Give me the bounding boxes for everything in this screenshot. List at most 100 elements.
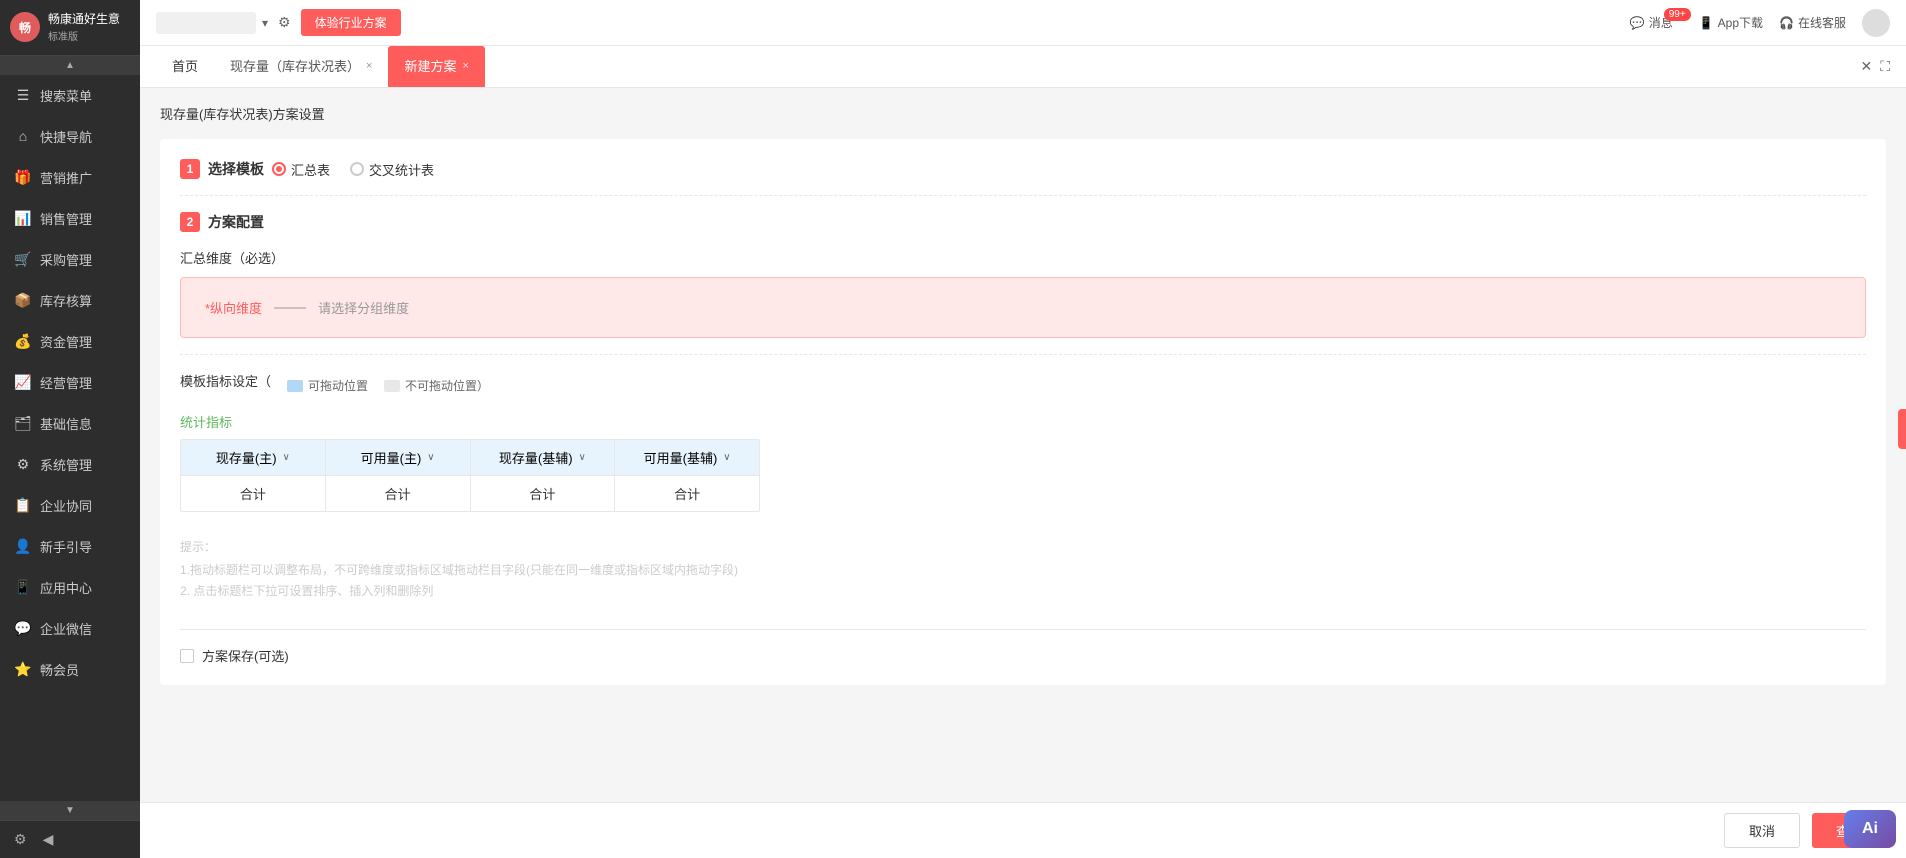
step2-header: 2 方案配置 [180, 212, 1866, 232]
stats-table-body: 合计 合计 合计 合计 [181, 475, 759, 511]
topbar: ▾ ⚙ 体验行业方案 💬 消息 99+ 📱 App下载 🎧 在线客服 [140, 0, 1906, 46]
contract-icon: 📋 [14, 496, 32, 514]
radio-summary-label: 汇总表 [291, 160, 330, 179]
sidebar-item-wechat[interactable]: 💬 企业微信 [0, 608, 140, 649]
sidebar-item-search-menu[interactable]: ☰ 搜索菜单 [0, 75, 140, 116]
message-icon: 💬 [1630, 16, 1645, 30]
sidebar-item-purchase[interactable]: 🛒 采购管理 [0, 239, 140, 280]
sales-icon: 📊 [14, 209, 32, 227]
step2-badge: 2 [180, 212, 200, 232]
sidebar-scroll-down[interactable]: ▼ [0, 801, 140, 820]
divider-2 [180, 354, 1866, 355]
fixed-box [384, 380, 400, 392]
tab-window-close[interactable]: ✕ [1860, 58, 1872, 75]
cell-0: 合计 [181, 476, 326, 511]
save-row: 方案保存(可选) [180, 629, 1866, 665]
topbar-search-input[interactable] [156, 12, 256, 34]
legend-fixed: 不可拖动位置） [384, 377, 489, 394]
dim-arrow: —— [274, 299, 306, 317]
sidebar-item-member[interactable]: ⭐ 畅会员 [0, 649, 140, 690]
col-label-2: 现存量(基辅) [499, 448, 573, 467]
message-badge: 99+ [1664, 8, 1691, 21]
col-dropdown-3[interactable]: ∨ [723, 452, 730, 463]
sidebar-item-contract[interactable]: 📋 企业协同 [0, 485, 140, 526]
col-label-1: 可用量(主) [361, 448, 422, 467]
sidebar-item-label: 畅会员 [40, 660, 79, 679]
tip-item-0: 1.拖动标题栏可以调整布局，不可跨维度或指标区域拖动栏目字段(只能在同一维度或指… [180, 561, 1866, 578]
topbar-message[interactable]: 💬 消息 99+ [1630, 14, 1683, 31]
tip-item-1: 2. 点击标题栏下拉可设置排序、插入列和删除列 [180, 582, 1866, 599]
ai-button[interactable]: Ai [1844, 810, 1896, 848]
tab-home[interactable]: 首页 [156, 46, 214, 87]
movable-box [287, 380, 303, 392]
wechat-icon: 💬 [14, 619, 32, 637]
sidebar-item-system[interactable]: ⚙ 系统管理 [0, 444, 140, 485]
dimension-select-area[interactable]: *纵向维度 —— 请选择分组维度 [180, 277, 1866, 338]
tab-new-plan-label: 新建方案 [404, 56, 456, 75]
step1-title: 选择模板 [208, 159, 264, 179]
cell-3: 合计 [615, 476, 759, 511]
col-header-2[interactable]: 现存量(基辅) ∨ [471, 440, 616, 475]
col-header-1[interactable]: 可用量(主) ∨ [326, 440, 471, 475]
tab-inventory-status[interactable]: 现存量（库存状况表） × [214, 46, 388, 87]
radio-cross[interactable]: 交叉统计表 [350, 160, 434, 179]
topbar-online-service[interactable]: 🎧 在线客服 [1779, 14, 1846, 31]
sidebar-item-sales[interactable]: 📊 销售管理 [0, 198, 140, 239]
user-avatar[interactable] [1862, 9, 1890, 37]
cancel-button[interactable]: 取消 [1724, 813, 1800, 848]
sidebar-item-app-center[interactable]: 📱 应用中心 [0, 567, 140, 608]
collapse-icon[interactable]: ◀ [43, 831, 54, 848]
sidebar-scroll-up[interactable]: ▲ [0, 56, 140, 75]
sidebar-nav: ☰ 搜索菜单 ⌂ 快捷导航 🎁 营销推广 📊 销售管理 🛒 采购管理 📦 库存核… [0, 75, 140, 801]
sidebar-item-business[interactable]: 📈 经营管理 [0, 362, 140, 403]
col-dropdown-0[interactable]: ∨ [283, 452, 290, 463]
sidebar-item-label: 销售管理 [40, 209, 92, 228]
col-dropdown-1[interactable]: ∨ [427, 452, 434, 463]
sidebar-logo: 畅 畅康通好生意 标准版 [0, 0, 140, 56]
sidebar-item-label: 采购管理 [40, 250, 92, 269]
step1-badge: 1 [180, 159, 200, 179]
sidebar-item-finance[interactable]: 💰 资金管理 [0, 321, 140, 362]
tab-window-expand[interactable]: ⛶ [1880, 58, 1890, 75]
topbar-gear-icon[interactable]: ⚙ [278, 14, 291, 31]
topbar-dropdown-btn[interactable]: ▾ [262, 16, 268, 30]
legend-movable: 可拖动位置 [287, 377, 368, 394]
radio-cross-label: 交叉统计表 [369, 160, 434, 179]
tab-inventory-label: 现存量（库存状况表） [230, 56, 360, 75]
topbar-search-area: ▾ [156, 12, 268, 34]
step2-title: 方案配置 [208, 212, 264, 232]
indicators-label: 模板指标设定（ [180, 371, 271, 390]
radio-summary[interactable]: 汇总表 [272, 160, 330, 179]
sidebar-item-basic-info[interactable]: 🗂 基础信息 [0, 403, 140, 444]
trial-industry-button[interactable]: 体验行业方案 [301, 9, 401, 36]
sidebar-item-marketing[interactable]: 🎁 营销推广 [0, 157, 140, 198]
right-edge-tab[interactable] [1898, 409, 1906, 449]
divider-1 [180, 195, 1866, 196]
col-header-3[interactable]: 可用量(基辅) ∨ [615, 440, 759, 475]
tabs-bar: 首页 现存量（库存状况表） × 新建方案 × ✕ ⛶ [140, 46, 1906, 88]
business-icon: 📈 [14, 373, 32, 391]
footer-bar: 取消 查询 [140, 802, 1906, 858]
sidebar-item-newbie[interactable]: 👤 新手引导 [0, 526, 140, 567]
sidebar-item-label: 快捷导航 [40, 127, 92, 146]
logo-icon: 畅 [10, 12, 40, 42]
phone-icon: 📱 [1699, 16, 1714, 30]
sidebar-item-quick-nav[interactable]: ⌂ 快捷导航 [0, 116, 140, 157]
marketing-icon: 🎁 [14, 168, 32, 186]
system-icon: ⚙ [14, 455, 32, 473]
save-label: 方案保存(可选) [202, 646, 289, 665]
topbar-app-download[interactable]: 📱 App下载 [1699, 14, 1763, 31]
col-dropdown-2[interactable]: ∨ [579, 452, 586, 463]
col-header-0[interactable]: 现存量(主) ∨ [181, 440, 326, 475]
sidebar-item-label: 应用中心 [40, 578, 92, 597]
settings-icon[interactable]: ⚙ [14, 831, 27, 848]
save-checkbox[interactable] [180, 649, 194, 663]
sidebar: 畅 畅康通好生意 标准版 ▲ ☰ 搜索菜单 ⌂ 快捷导航 🎁 营销推广 📊 销售… [0, 0, 140, 858]
stats-table: 现存量(主) ∨ 可用量(主) ∨ 现存量(基辅) ∨ 可用量(基辅) ∨ [180, 439, 760, 512]
headset-icon: 🎧 [1779, 16, 1794, 30]
sidebar-item-inventory[interactable]: 📦 库存核算 [0, 280, 140, 321]
tab-new-plan[interactable]: 新建方案 × [388, 46, 484, 87]
tips-title: 提示： [180, 538, 1866, 555]
tab-inventory-close[interactable]: × [366, 60, 372, 72]
tab-new-plan-close[interactable]: × [462, 60, 468, 72]
